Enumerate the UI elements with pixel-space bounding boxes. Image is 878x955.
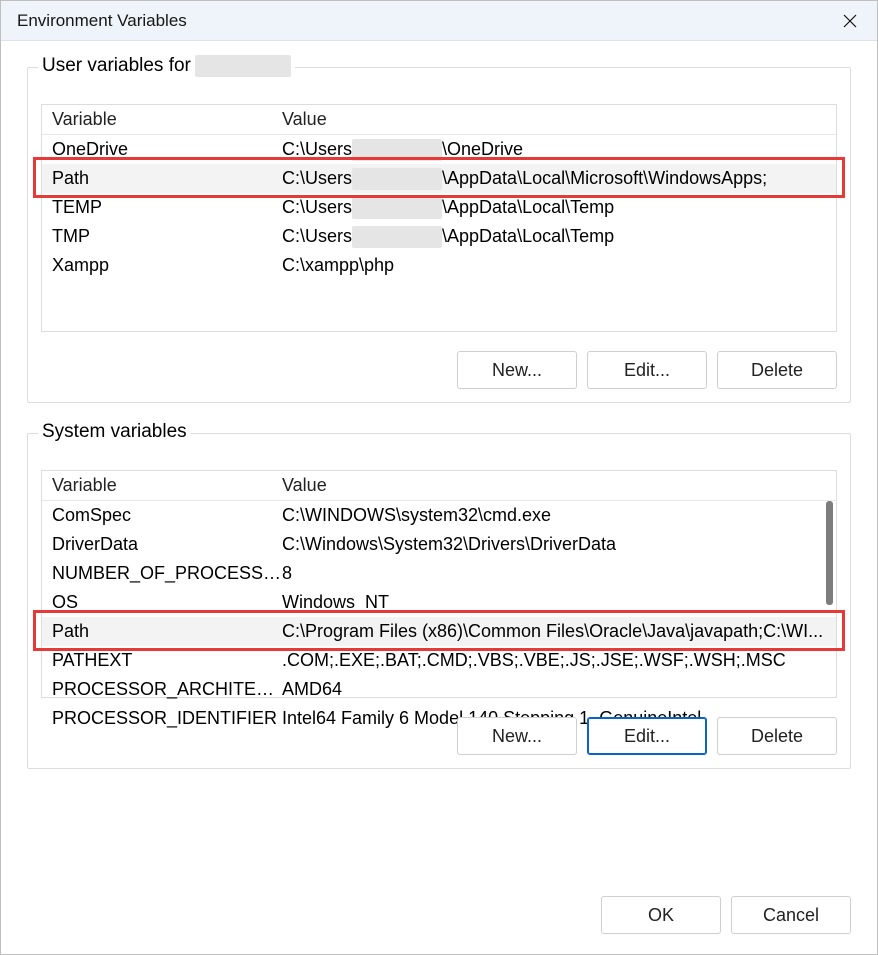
user-header-variable[interactable]: Variable (42, 109, 282, 130)
user-variables-group: User variables for Variable Value OneDri… (27, 67, 851, 403)
variable-value: C:\WINDOWS\system32\cmd.exe (282, 505, 836, 526)
table-row[interactable]: OSWindows_NT (42, 588, 836, 617)
variable-value: .COM;.EXE;.BAT;.CMD;.VBS;.VBE;.JS;.JSE;.… (282, 650, 836, 671)
user-table-body: OneDriveC:\Users\OneDrivePathC:\Users\Ap… (42, 135, 836, 280)
variable-value: Windows_NT (282, 592, 836, 613)
table-row[interactable]: NUMBER_OF_PROCESSORS8 (42, 559, 836, 588)
variable-name: TEMP (42, 197, 282, 218)
variable-name: TMP (42, 226, 282, 247)
user-delete-button[interactable]: Delete (717, 351, 837, 389)
titlebar: Environment Variables (1, 1, 877, 41)
table-row[interactable]: PROCESSOR_ARCHITECTUREAMD64 (42, 675, 836, 704)
table-row[interactable]: ComSpecC:\WINDOWS\system32\cmd.exe (42, 501, 836, 530)
table-row[interactable]: PATHEXT.COM;.EXE;.BAT;.CMD;.VBS;.VBE;.JS… (42, 646, 836, 675)
close-button[interactable] (833, 7, 867, 35)
user-variables-legend: User variables for (38, 55, 295, 77)
environment-variables-dialog: Environment Variables User variables for… (0, 0, 878, 955)
system-scrollbar[interactable] (822, 473, 836, 695)
user-new-button[interactable]: New... (457, 351, 577, 389)
variable-value: C:\xampp\php (282, 255, 836, 276)
table-row[interactable]: XamppC:\xampp\php (42, 251, 836, 280)
system-header-variable[interactable]: Variable (42, 475, 282, 496)
variable-value: C:\Windows\System32\Drivers\DriverData (282, 534, 836, 555)
variable-value: C:\Users\OneDrive (282, 139, 836, 161)
system-table-body: ComSpecC:\WINDOWS\system32\cmd.exeDriver… (42, 501, 836, 733)
variable-name: OneDrive (42, 139, 282, 160)
redacted-text (352, 168, 442, 190)
variable-value: C:\Users\AppData\Local\Temp (282, 197, 836, 219)
user-variables-table[interactable]: Variable Value OneDriveC:\Users\OneDrive… (41, 104, 837, 332)
user-table-headers: Variable Value (42, 105, 836, 135)
system-delete-button[interactable]: Delete (717, 717, 837, 755)
variable-name: PROCESSOR_IDENTIFIER (42, 708, 282, 729)
variable-name: Path (42, 621, 282, 642)
system-buttons-row: New... Edit... Delete (457, 717, 837, 755)
variable-value: AMD64 (282, 679, 836, 700)
redacted-text (352, 226, 442, 248)
variable-name: DriverData (42, 534, 282, 555)
system-table-headers: Variable Value (42, 471, 836, 501)
variable-name: PATHEXT (42, 650, 282, 671)
system-edit-button[interactable]: Edit... (587, 717, 707, 755)
redacted-text (352, 139, 442, 161)
user-header-value[interactable]: Value (282, 109, 836, 130)
ok-button[interactable]: OK (601, 896, 721, 934)
table-row[interactable]: PathC:\Program Files (x86)\Common Files\… (42, 617, 836, 646)
table-row[interactable]: OneDriveC:\Users\OneDrive (42, 135, 836, 164)
redacted-username (195, 55, 291, 77)
variable-value: C:\Users\AppData\Local\Microsoft\Windows… (282, 168, 836, 190)
system-header-value[interactable]: Value (282, 475, 836, 496)
system-variables-table[interactable]: Variable Value ComSpecC:\WINDOWS\system3… (41, 470, 837, 698)
variable-name: ComSpec (42, 505, 282, 526)
dialog-buttons-row: OK Cancel (601, 896, 851, 934)
user-legend-prefix: User variables for (42, 55, 191, 77)
variable-name: OS (42, 592, 282, 613)
system-variables-group: System variables Variable Value ComSpecC… (27, 433, 851, 769)
variable-name: PROCESSOR_ARCHITECTURE (42, 679, 282, 700)
variable-name: NUMBER_OF_PROCESSORS (42, 563, 282, 584)
window-title: Environment Variables (17, 11, 187, 31)
system-variables-legend: System variables (38, 421, 191, 443)
scrollbar-thumb[interactable] (826, 501, 833, 605)
redacted-text (352, 197, 442, 219)
variable-value: C:\Users\AppData\Local\Temp (282, 226, 836, 248)
system-new-button[interactable]: New... (457, 717, 577, 755)
table-row[interactable]: DriverDataC:\Windows\System32\Drivers\Dr… (42, 530, 836, 559)
variable-value: C:\Program Files (x86)\Common Files\Orac… (282, 621, 836, 642)
cancel-button[interactable]: Cancel (731, 896, 851, 934)
table-row[interactable]: TEMPC:\Users\AppData\Local\Temp (42, 193, 836, 222)
table-row[interactable]: PathC:\Users\AppData\Local\Microsoft\Win… (42, 164, 836, 193)
variable-name: Xampp (42, 255, 282, 276)
user-buttons-row: New... Edit... Delete (457, 351, 837, 389)
user-edit-button[interactable]: Edit... (587, 351, 707, 389)
variable-value: 8 (282, 563, 836, 584)
close-icon (843, 14, 857, 28)
variable-name: Path (42, 168, 282, 189)
table-row[interactable]: TMPC:\Users\AppData\Local\Temp (42, 222, 836, 251)
